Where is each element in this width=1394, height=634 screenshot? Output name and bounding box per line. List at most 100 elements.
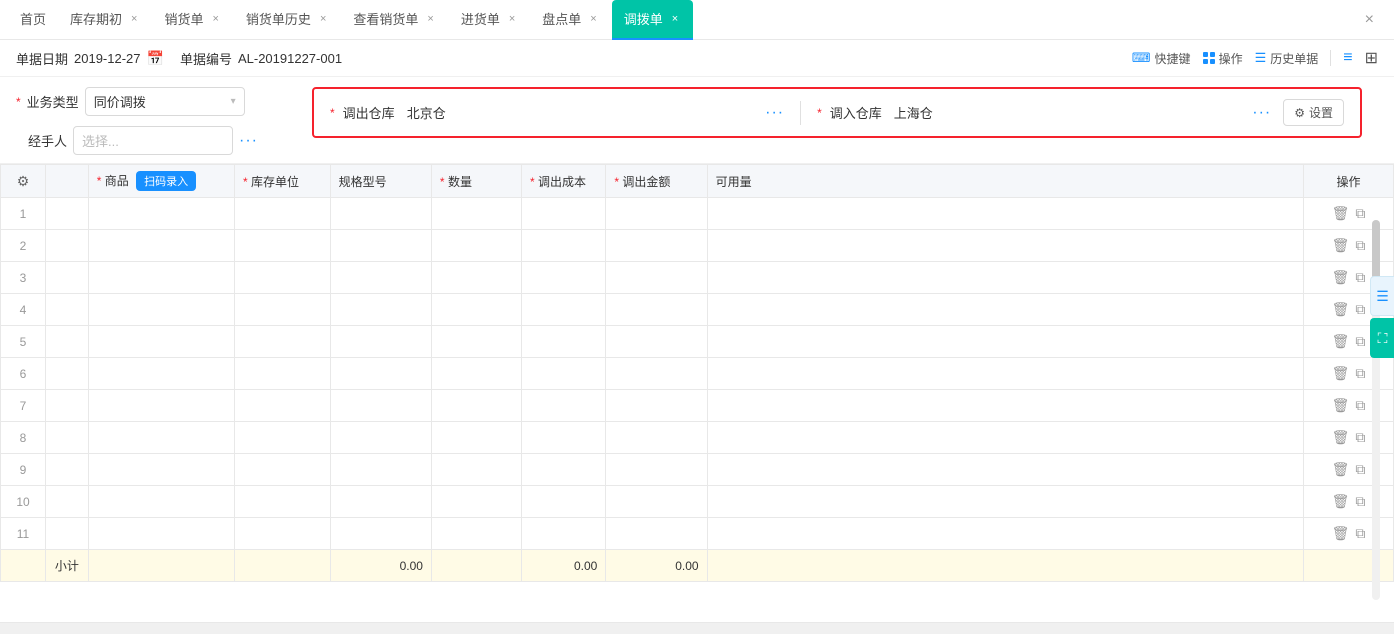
- copy-icon-1[interactable]: ⧉: [1355, 205, 1365, 222]
- expand-icon: ⛶: [1378, 330, 1388, 347]
- settings-button[interactable]: ⚙ 设置: [1283, 99, 1344, 126]
- delete-icon-1[interactable]: 🗑: [1332, 205, 1350, 222]
- th-unit: * 库存单位: [235, 165, 331, 198]
- scrollbar-thumb[interactable]: [1372, 220, 1380, 280]
- table-area: ⚙ * 商品 扫码录入 * 库存单位 规格型号: [0, 164, 1394, 634]
- handler-more-button[interactable]: ···: [239, 132, 258, 150]
- main-table: ⚙ * 商品 扫码录入 * 库存单位 规格型号: [0, 164, 1394, 582]
- th-settings[interactable]: ⚙: [1, 165, 46, 198]
- handler-select[interactable]: 选择...: [73, 126, 233, 155]
- right-panel-expand-button[interactable]: ⛶: [1370, 318, 1394, 358]
- history-icon: ☰: [1255, 50, 1267, 66]
- operation-button[interactable]: 操作: [1203, 50, 1243, 67]
- table-row: 8🗑⧉: [1, 422, 1394, 454]
- business-type-arrow: ▾: [231, 96, 236, 107]
- out-warehouse-field: * 调出仓库 北京仓 ···: [330, 103, 784, 122]
- layout-grid-button[interactable]: ⊞: [1365, 48, 1378, 68]
- left-form: * 业务类型 同价调拨 ▾ 经手人 选择... ···: [16, 87, 296, 155]
- business-type-select[interactable]: 同价调拨 ▾: [85, 87, 245, 116]
- tab-close-stocktake[interactable]: ×: [587, 12, 599, 26]
- delete-icon-10[interactable]: 🗑: [1332, 493, 1350, 510]
- calendar-icon[interactable]: 📅: [147, 50, 164, 67]
- number-field: 单据编号 AL-20191227-001: [180, 49, 342, 68]
- table-row: 2🗑⧉: [1, 230, 1394, 262]
- tab-transfer[interactable]: 调拨单 ×: [612, 0, 693, 40]
- operation-icon: [1203, 52, 1215, 64]
- in-warehouse-more-button[interactable]: ···: [1252, 104, 1271, 122]
- delete-icon-9[interactable]: 🗑: [1332, 461, 1350, 478]
- copy-icon-3[interactable]: ⧉: [1355, 269, 1365, 286]
- horizontal-scrollbar[interactable]: [0, 622, 1394, 634]
- settings-button-wrap: ⚙ 设置: [1283, 99, 1344, 126]
- delete-icon-11[interactable]: 🗑: [1332, 525, 1350, 542]
- table-row: 5🗑⧉: [1, 326, 1394, 358]
- tab-inventory-init[interactable]: 库存期初 ×: [58, 0, 152, 40]
- table-row: 6🗑⧉: [1, 358, 1394, 390]
- shortcut-icon: ⌨: [1132, 50, 1151, 66]
- copy-icon-4[interactable]: ⧉: [1355, 301, 1365, 318]
- th-cost: * 调出成本: [521, 165, 605, 198]
- th-num: [46, 165, 89, 198]
- delete-icon-3[interactable]: 🗑: [1332, 269, 1350, 286]
- in-warehouse-field: * 调入仓库 上海仓 ···: [817, 103, 1271, 122]
- shortcut-button[interactable]: ⌨ 快捷键: [1132, 50, 1191, 67]
- tab-close-sales-history[interactable]: ×: [317, 12, 329, 26]
- app-container: 首页 库存期初 × 销货单 × 销货单历史 × 查看销货单 × 进货单 × 盘点…: [0, 0, 1394, 634]
- layout-list-button[interactable]: ≡: [1343, 49, 1352, 67]
- copy-icon-2[interactable]: ⧉: [1355, 237, 1365, 254]
- settings-gear-icon: ⚙: [1294, 106, 1305, 120]
- tab-close-transfer[interactable]: ×: [669, 12, 681, 26]
- out-warehouse-more-button[interactable]: ···: [765, 104, 784, 122]
- tab-close-view-sales[interactable]: ×: [424, 12, 436, 26]
- table-row: 11🗑⧉: [1, 518, 1394, 550]
- table-container[interactable]: ⚙ * 商品 扫码录入 * 库存单位 规格型号: [0, 164, 1394, 622]
- tab-home[interactable]: 首页: [8, 0, 58, 40]
- table-row: 3🗑⧉: [1, 262, 1394, 294]
- tab-sales-history[interactable]: 销货单历史 ×: [234, 0, 341, 40]
- tab-sales-order[interactable]: 销货单 ×: [152, 0, 233, 40]
- warehouse-section: * 调出仓库 北京仓 ··· * 调入仓库 上海仓 ··· ⚙ 设置: [312, 87, 1362, 138]
- warehouse-divider: [800, 101, 801, 125]
- table-row: 10🗑⧉: [1, 486, 1394, 518]
- tab-close-purchase-order[interactable]: ×: [506, 12, 518, 26]
- form-section: * 业务类型 同价调拨 ▾ 经手人 选择... ··· * 调出仓库 北京仓: [0, 77, 1394, 164]
- tab-bar: 首页 库存期初 × 销货单 × 销货单历史 × 查看销货单 × 进货单 × 盘点…: [0, 0, 1394, 40]
- list-panel-icon: ☰: [1376, 288, 1389, 305]
- tab-view-sales[interactable]: 查看销货单 ×: [341, 0, 448, 40]
- toolbar: 单据日期 2019-12-27 📅 单据编号 AL-20191227-001 ⌨…: [0, 40, 1394, 77]
- th-amount: * 调出金额: [606, 165, 707, 198]
- copy-icon-11[interactable]: ⧉: [1355, 525, 1365, 542]
- tab-close-inventory-init[interactable]: ×: [128, 12, 140, 26]
- copy-icon-8[interactable]: ⧉: [1355, 429, 1365, 446]
- delete-icon-4[interactable]: 🗑: [1332, 301, 1350, 318]
- subtotal-row: 小计 0.00 0.00 0.00: [1, 550, 1394, 582]
- copy-icon-6[interactable]: ⧉: [1355, 365, 1365, 382]
- copy-icon-5[interactable]: ⧉: [1355, 333, 1365, 350]
- delete-icon-6[interactable]: 🗑: [1332, 365, 1350, 382]
- business-type-field: * 业务类型 同价调拨 ▾: [16, 87, 280, 116]
- toolbar-separator: [1330, 50, 1331, 66]
- right-panel: ☰ ⛶: [1370, 276, 1394, 358]
- th-qty: * 数量: [431, 165, 521, 198]
- copy-icon-7[interactable]: ⧉: [1355, 397, 1365, 414]
- delete-icon-8[interactable]: 🗑: [1332, 429, 1350, 446]
- tab-purchase-order[interactable]: 进货单 ×: [449, 0, 530, 40]
- delete-icon-2[interactable]: 🗑: [1332, 237, 1350, 254]
- table-row: 9🗑⧉: [1, 454, 1394, 486]
- history-button[interactable]: ☰ 历史单据: [1255, 50, 1319, 67]
- window-close-button[interactable]: ×: [1353, 3, 1386, 37]
- copy-icon-10[interactable]: ⧉: [1355, 493, 1365, 510]
- delete-icon-5[interactable]: 🗑: [1332, 333, 1350, 350]
- th-product: * 商品 扫码录入: [88, 165, 234, 198]
- th-action: 操作: [1303, 165, 1393, 198]
- toolbar-right: ⌨ 快捷键 操作 ☰ 历史单据 ≡ ⊞: [1132, 48, 1378, 68]
- delete-icon-7[interactable]: 🗑: [1332, 397, 1350, 414]
- tab-close-sales-order[interactable]: ×: [209, 12, 221, 26]
- table-settings-icon[interactable]: ⚙: [17, 173, 30, 189]
- table-row: 1🗑⧉: [1, 198, 1394, 230]
- tab-stocktake[interactable]: 盘点单 ×: [530, 0, 611, 40]
- copy-icon-9[interactable]: ⧉: [1355, 461, 1365, 478]
- scan-button[interactable]: 扫码录入: [136, 171, 196, 191]
- right-panel-list-button[interactable]: ☰: [1370, 276, 1394, 316]
- table-header-row: ⚙ * 商品 扫码录入 * 库存单位 规格型号: [1, 165, 1394, 198]
